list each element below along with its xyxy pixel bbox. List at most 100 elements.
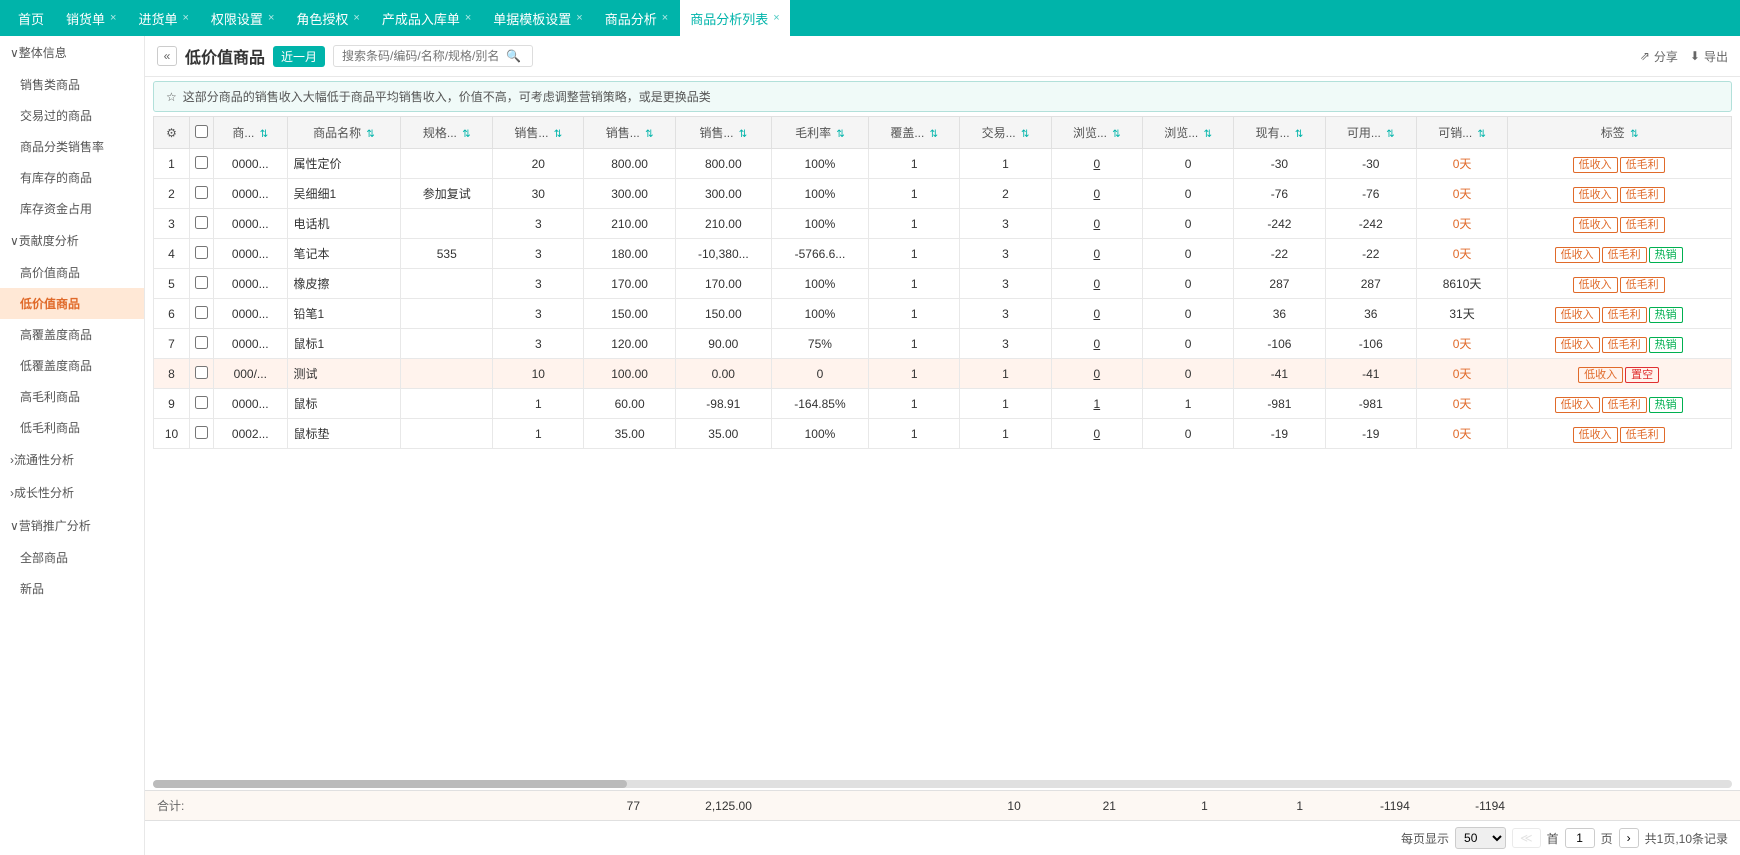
horizontal-scrollbar[interactable] <box>153 780 1732 788</box>
col-current-stock[interactable]: 现有... ⇅ <box>1234 117 1325 149</box>
nav-item-角色授权[interactable]: 角色授权× <box>286 0 369 36</box>
col-trade[interactable]: 交易... ⇅ <box>960 117 1051 149</box>
cell-check[interactable] <box>189 209 213 239</box>
sidebar-group-流通性分析[interactable]: › 流通性分析 <box>0 443 144 476</box>
sidebar-item-销售类商品[interactable]: 销售类商品 <box>0 69 144 100</box>
view-link[interactable]: 0 <box>1093 187 1100 201</box>
sidebar-item-商品分类销售率[interactable]: 商品分类销售率 <box>0 131 144 162</box>
col-gross-rate[interactable]: 毛利率 ⇅ <box>771 117 868 149</box>
share-button[interactable]: ⇗ 分享 <box>1640 48 1678 65</box>
sidebar-item-全部商品[interactable]: 全部商品 <box>0 542 144 573</box>
close-icon[interactable]: × <box>662 12 668 24</box>
cell-check[interactable] <box>189 329 213 359</box>
cell-view1[interactable]: 1 <box>1051 389 1142 419</box>
row-checkbox[interactable] <box>195 336 208 349</box>
view-link[interactable]: 0 <box>1093 157 1100 171</box>
cell-check[interactable] <box>189 389 213 419</box>
nav-item-销货单[interactable]: 销货单× <box>56 0 126 36</box>
scroll-thumb[interactable] <box>153 780 627 788</box>
search-input[interactable] <box>342 49 502 63</box>
sidebar-group-贡献度分析[interactable]: ∨ 贡献度分析 <box>0 224 144 257</box>
nav-item-商品分析[interactable]: 商品分析× <box>595 0 678 36</box>
row-checkbox[interactable] <box>195 396 208 409</box>
row-checkbox[interactable] <box>195 186 208 199</box>
next-page-btn[interactable]: › <box>1619 828 1639 848</box>
close-icon[interactable]: × <box>465 12 471 24</box>
close-icon[interactable]: × <box>182 12 188 24</box>
col-settings[interactable]: ⚙ <box>154 117 190 149</box>
sidebar-group-成长性分析[interactable]: › 成长性分析 <box>0 476 144 509</box>
select-all-checkbox[interactable] <box>195 125 208 138</box>
col-view1[interactable]: 浏览... ⇅ <box>1051 117 1142 149</box>
first-page-btn[interactable]: ≪ <box>1512 828 1541 848</box>
cell-check[interactable] <box>189 419 213 449</box>
view-link[interactable]: 0 <box>1093 307 1100 321</box>
nav-item-首页[interactable]: 首页 <box>8 0 54 36</box>
view-link[interactable]: 1 <box>1093 397 1100 411</box>
close-icon[interactable]: × <box>353 12 359 24</box>
col-view2[interactable]: 浏览... ⇅ <box>1142 117 1233 149</box>
filter-tag[interactable]: 近一月 <box>273 46 325 67</box>
sidebar-item-低价值商品[interactable]: 低价值商品 <box>0 288 144 319</box>
cell-check[interactable] <box>189 359 213 389</box>
col-coverage[interactable]: 覆盖... ⇅ <box>869 117 960 149</box>
sidebar-group-营销推广分析[interactable]: ∨ 营销推广分析 <box>0 509 144 542</box>
row-checkbox[interactable] <box>195 306 208 319</box>
sidebar-item-低覆盖度商品[interactable]: 低覆盖度商品 <box>0 350 144 381</box>
view-link[interactable]: 0 <box>1093 367 1100 381</box>
col-sales-amt[interactable]: 销售... ⇅ <box>584 117 675 149</box>
col-sales-qty[interactable]: 销售... ⇅ <box>493 117 584 149</box>
nav-item-产成品入库单[interactable]: 产成品入库单× <box>372 0 481 36</box>
view-link[interactable]: 0 <box>1093 277 1100 291</box>
col-name[interactable]: 商品名称 ⇅ <box>287 117 401 149</box>
sidebar-item-新品[interactable]: 新品 <box>0 573 144 604</box>
sidebar-item-低毛利商品[interactable]: 低毛利商品 <box>0 412 144 443</box>
view-link[interactable]: 0 <box>1093 247 1100 261</box>
nav-item-商品分析列表[interactable]: 商品分析列表× <box>680 0 789 36</box>
tag: 热销 <box>1649 247 1683 263</box>
row-checkbox[interactable] <box>195 426 208 439</box>
row-checkbox[interactable] <box>195 276 208 289</box>
sidebar-item-交易过的商品[interactable]: 交易过的商品 <box>0 100 144 131</box>
col-sellable[interactable]: 可销... ⇅ <box>1416 117 1507 149</box>
export-button[interactable]: ⬇ 导出 <box>1690 48 1728 65</box>
row-checkbox[interactable] <box>195 216 208 229</box>
cell-check[interactable] <box>189 269 213 299</box>
sidebar-item-高毛利商品[interactable]: 高毛利商品 <box>0 381 144 412</box>
sidebar-item-高价值商品[interactable]: 高价值商品 <box>0 257 144 288</box>
cell-qty: 3 <box>493 299 584 329</box>
close-icon[interactable]: × <box>268 12 274 24</box>
col-spec[interactable]: 规格... ⇅ <box>401 117 493 149</box>
cell-code: 0002... <box>213 419 287 449</box>
search-icon[interactable]: 🔍 <box>506 49 521 63</box>
col-code[interactable]: 商... ⇅ <box>213 117 287 149</box>
cell-check[interactable] <box>189 239 213 269</box>
cell-check[interactable] <box>189 149 213 179</box>
table-footer: 合计: 77 2,125.00 10 21 1 1 -1194 -1194 <box>145 790 1740 820</box>
col-tags[interactable]: 标签 ⇅ <box>1508 117 1732 149</box>
close-icon[interactable]: × <box>110 12 116 24</box>
cell-check[interactable] <box>189 179 213 209</box>
close-icon[interactable]: × <box>773 12 779 24</box>
sidebar-item-有库存的商品[interactable]: 有库存的商品 <box>0 162 144 193</box>
collapse-sidebar-btn[interactable]: « <box>157 46 177 66</box>
nav-item-进货单[interactable]: 进货单× <box>128 0 198 36</box>
close-icon[interactable]: × <box>576 12 582 24</box>
view-link[interactable]: 0 <box>1093 337 1100 351</box>
row-checkbox[interactable] <box>195 366 208 379</box>
view-link[interactable]: 0 <box>1093 217 1100 231</box>
page-size-select[interactable]: 50 100 <box>1455 827 1506 849</box>
sidebar-item-高覆盖度商品[interactable]: 高覆盖度商品 <box>0 319 144 350</box>
sidebar-group-整体信息[interactable]: ∨ 整体信息 <box>0 36 144 69</box>
page-input[interactable] <box>1565 828 1595 848</box>
col-sales-avg[interactable]: 销售... ⇅ <box>675 117 771 149</box>
col-checkbox[interactable] <box>189 117 213 149</box>
nav-item-单据模板设置[interactable]: 单据模板设置× <box>483 0 592 36</box>
sidebar-item-库存资金占用[interactable]: 库存资金占用 <box>0 193 144 224</box>
col-available-stock[interactable]: 可用... ⇅ <box>1325 117 1416 149</box>
cell-check[interactable] <box>189 299 213 329</box>
nav-item-权限设置[interactable]: 权限设置× <box>201 0 284 36</box>
view-link[interactable]: 0 <box>1093 427 1100 441</box>
row-checkbox[interactable] <box>195 156 208 169</box>
row-checkbox[interactable] <box>195 246 208 259</box>
